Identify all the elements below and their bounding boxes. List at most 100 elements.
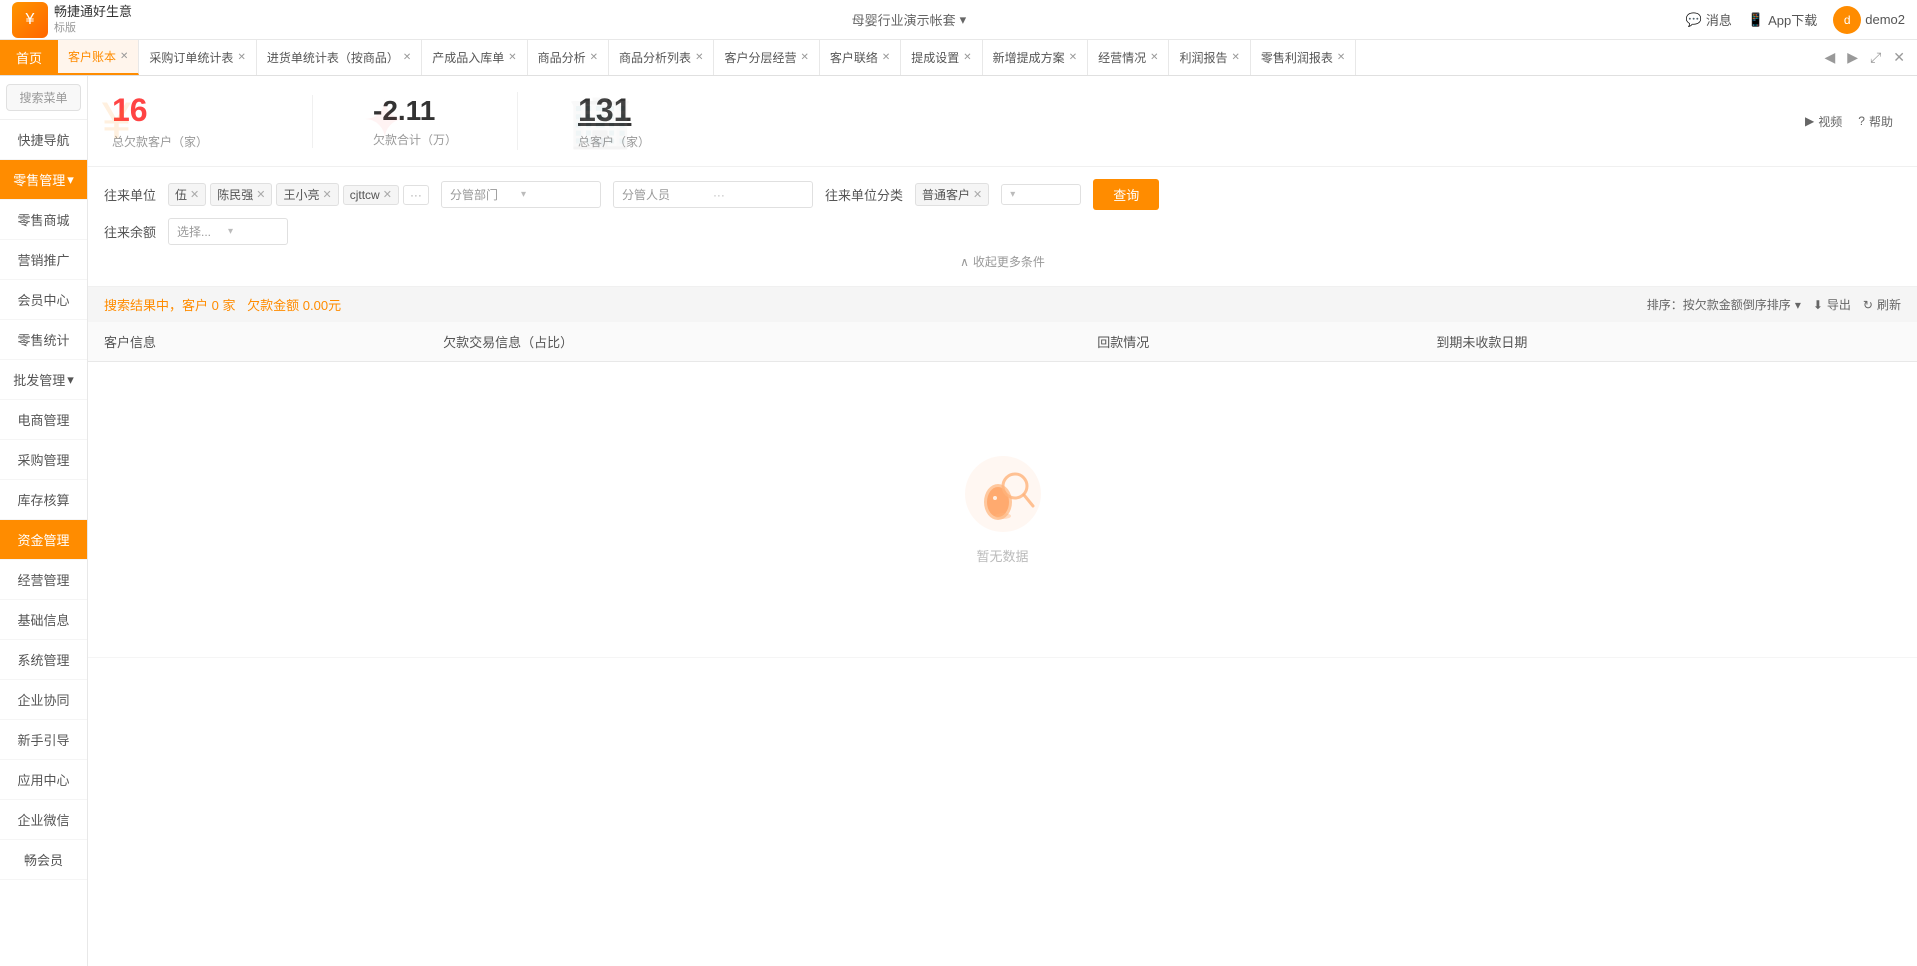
sidebar-item-member-app[interactable]: 畅会员 [0, 840, 87, 880]
category-select[interactable]: ▾ [1001, 184, 1081, 205]
sidebar-item-quick-nav[interactable]: 快捷导航 [0, 120, 87, 160]
table-container: 客户信息 欠款交易信息（占比） 回款情况 到期未收款日期 [88, 322, 1917, 966]
sidebar-item-operations[interactable]: 经营管理 [0, 560, 87, 600]
content-area: ¥ 16 总欠款客户（家） ✦ -2.11 欠款合计（万） 🏢 131 总客户（… [88, 76, 1917, 966]
chevron-icon-wholesale: ▾ [67, 372, 74, 388]
tab-inbound-stats[interactable]: 进货单统计表（按商品） ✕ [257, 40, 422, 75]
tab-close-product-list[interactable]: ✕ [695, 52, 703, 63]
sort-arrow-icon: ▾ [1795, 298, 1801, 312]
tab-close-commission[interactable]: ✕ [963, 52, 971, 63]
sidebar-item-retail[interactable]: 零售管理 ▾ [0, 160, 87, 200]
message-button[interactable]: 💬 消息 [1686, 10, 1732, 29]
tab-product-analysis-list[interactable]: 商品分析列表 ✕ [609, 40, 714, 75]
filter-tag-wu: 伍 ✕ [168, 183, 206, 206]
collapse-icon: ∧ [960, 255, 969, 269]
tab-close-contact[interactable]: ✕ [882, 52, 890, 63]
sidebar-item-enterprise-collab[interactable]: 企业协同 [0, 680, 87, 720]
col-customer-info: 客户信息 [88, 322, 427, 362]
sidebar-item-marketing[interactable]: 营销推广 [0, 240, 87, 280]
dept-select-arrow: ▾ [521, 189, 592, 200]
sidebar-item-app-center[interactable]: 应用中心 [0, 760, 87, 800]
filter-tag-wang: 王小亮 ✕ [276, 183, 338, 206]
tag-close-cjttcw[interactable]: ✕ [383, 188, 392, 201]
person-select[interactable]: 分管人员 ··· [613, 181, 813, 208]
tab-product-analysis[interactable]: 商品分析 ✕ [528, 40, 609, 75]
col-repayment: 回款情况 [1081, 322, 1420, 362]
tab-close-layer[interactable]: ✕ [800, 52, 808, 63]
balance-label: 往来余额 [104, 222, 156, 241]
tab-maximize[interactable]: ⤢ [1866, 47, 1885, 68]
logo-sub: 标版 [54, 19, 132, 35]
sidebar-item-purchase[interactable]: 采购管理 [0, 440, 87, 480]
tab-new-commission[interactable]: 新增提成方案 ✕ [983, 40, 1088, 75]
balance-select[interactable]: 选择... ▾ [168, 218, 288, 245]
company-selector[interactable]: 母婴行业演示帐套 ▾ [852, 10, 967, 29]
tag-close-chen[interactable]: ✕ [256, 188, 265, 201]
tab-profit-report[interactable]: 利润报告 ✕ [1169, 40, 1250, 75]
collapse-button[interactable]: ∧ 收起更多条件 [104, 253, 1901, 270]
tab-retail-profit[interactable]: 零售利润报表 ✕ [1251, 40, 1356, 75]
tab-close-profit[interactable]: ✕ [1232, 52, 1240, 63]
filter-tag-chen: 陈民强 ✕ [210, 183, 272, 206]
sidebar-item-ecommerce[interactable]: 电商管理 [0, 400, 87, 440]
dept-select[interactable]: 分管部门 ▾ [441, 181, 601, 208]
tag-close-wu[interactable]: ✕ [190, 188, 199, 201]
tab-scroll-left[interactable]: ◀ [1821, 47, 1840, 68]
help-button[interactable]: ? 帮助 [1858, 113, 1893, 130]
tab-business[interactable]: 经营情况 ✕ [1088, 40, 1169, 75]
tab-close-inbound[interactable]: ✕ [403, 52, 411, 63]
sidebar-item-basic-info[interactable]: 基础信息 [0, 600, 87, 640]
sidebar-item-retail-stats[interactable]: 零售统计 [0, 320, 87, 360]
sidebar-item-system[interactable]: 系统管理 [0, 640, 87, 680]
tag-close-wang[interactable]: ✕ [323, 188, 332, 201]
result-bar: 搜索结果中，客户 0 家 欠款金额 0.00元 排序：按欠款金额倒序排序 ▾ ⬇… [88, 287, 1917, 322]
sidebar-item-wholesale[interactable]: 批发管理 ▾ [0, 360, 87, 400]
query-button[interactable]: 查询 [1093, 179, 1159, 210]
tab-bar: 首页 客户账本 ✕ 采购订单统计表 ✕ 进货单统计表（按商品） ✕ 产成品入库单… [0, 40, 1917, 76]
data-table: 客户信息 欠款交易信息（占比） 回款情况 到期未收款日期 [88, 322, 1917, 658]
main-layout: 搜索菜单 快捷导航 零售管理 ▾ 零售商城 营销推广 会员中心 零售统计 批发管… [0, 76, 1917, 966]
tab-close-business[interactable]: ✕ [1150, 52, 1158, 63]
tab-close-account-book[interactable]: ✕ [120, 51, 128, 62]
tab-commission-settings[interactable]: 提成设置 ✕ [901, 40, 982, 75]
person-more-icon[interactable]: ··· [709, 188, 804, 202]
tab-scroll-right[interactable]: ▶ [1843, 47, 1862, 68]
sidebar-item-inventory[interactable]: 库存核算 [0, 480, 87, 520]
logo-icon: ¥ [12, 2, 48, 38]
tab-close-all[interactable]: ✕ [1889, 47, 1909, 68]
partner-tags: 伍 ✕ 陈民强 ✕ 王小亮 ✕ cjttcw ✕ ··· [168, 183, 429, 206]
total-debtors-value: 16 [112, 92, 252, 129]
refresh-button[interactable]: ↻ 刷新 [1863, 296, 1901, 313]
tab-close-product[interactable]: ✕ [590, 52, 598, 63]
sidebar-item-member[interactable]: 会员中心 [0, 280, 87, 320]
tab-home[interactable]: 首页 [0, 40, 58, 75]
sidebar-item-finance[interactable]: 资金管理 [0, 520, 87, 560]
video-icon: ▶ [1805, 114, 1814, 128]
tab-purchase-order-stats[interactable]: 采购订单统计表 ✕ [139, 40, 256, 75]
help-icon: ? [1858, 114, 1865, 128]
export-button[interactable]: ⬇ 导出 [1813, 296, 1851, 313]
app-download-button[interactable]: 📱 App下载 [1748, 10, 1817, 29]
sidebar-item-beginner[interactable]: 新手引导 [0, 720, 87, 760]
user-avatar[interactable]: d demo2 [1833, 6, 1905, 34]
tab-close-retail-profit[interactable]: ✕ [1337, 52, 1345, 63]
tab-customer-contact[interactable]: 客户联络 ✕ [820, 40, 901, 75]
tab-account-book[interactable]: 客户账本 ✕ [58, 40, 139, 75]
app-icon: 📱 [1748, 12, 1764, 28]
sort-selector[interactable]: 排序：按欠款金额倒序排序 ▾ [1647, 296, 1801, 313]
stat-total-debtors: ¥ 16 总欠款客户（家） [112, 92, 312, 150]
sidebar-search-button[interactable]: 搜索菜单 [6, 84, 81, 111]
sidebar-item-enterprise-wechat[interactable]: 企业微信 [0, 800, 87, 840]
tab-finished-goods[interactable]: 产成品入库单 ✕ [422, 40, 527, 75]
category-tags: 普通客户 ✕ [915, 183, 989, 206]
tab-customer-layer[interactable]: 客户分层经营 ✕ [714, 40, 819, 75]
video-button[interactable]: ▶ 视频 [1805, 113, 1842, 130]
tag-close-normal[interactable]: ✕ [973, 188, 982, 201]
filter-area: 往来单位 伍 ✕ 陈民强 ✕ 王小亮 ✕ cjttcw [88, 167, 1917, 287]
tab-close-new-commission[interactable]: ✕ [1069, 52, 1077, 63]
tab-close-finished[interactable]: ✕ [508, 52, 516, 63]
filter-more-tags[interactable]: ··· [403, 185, 429, 205]
col-due-date: 到期未收款日期 [1420, 322, 1917, 362]
tab-close-purchase-order[interactable]: ✕ [237, 52, 245, 63]
sidebar-item-retail-mall[interactable]: 零售商城 [0, 200, 87, 240]
